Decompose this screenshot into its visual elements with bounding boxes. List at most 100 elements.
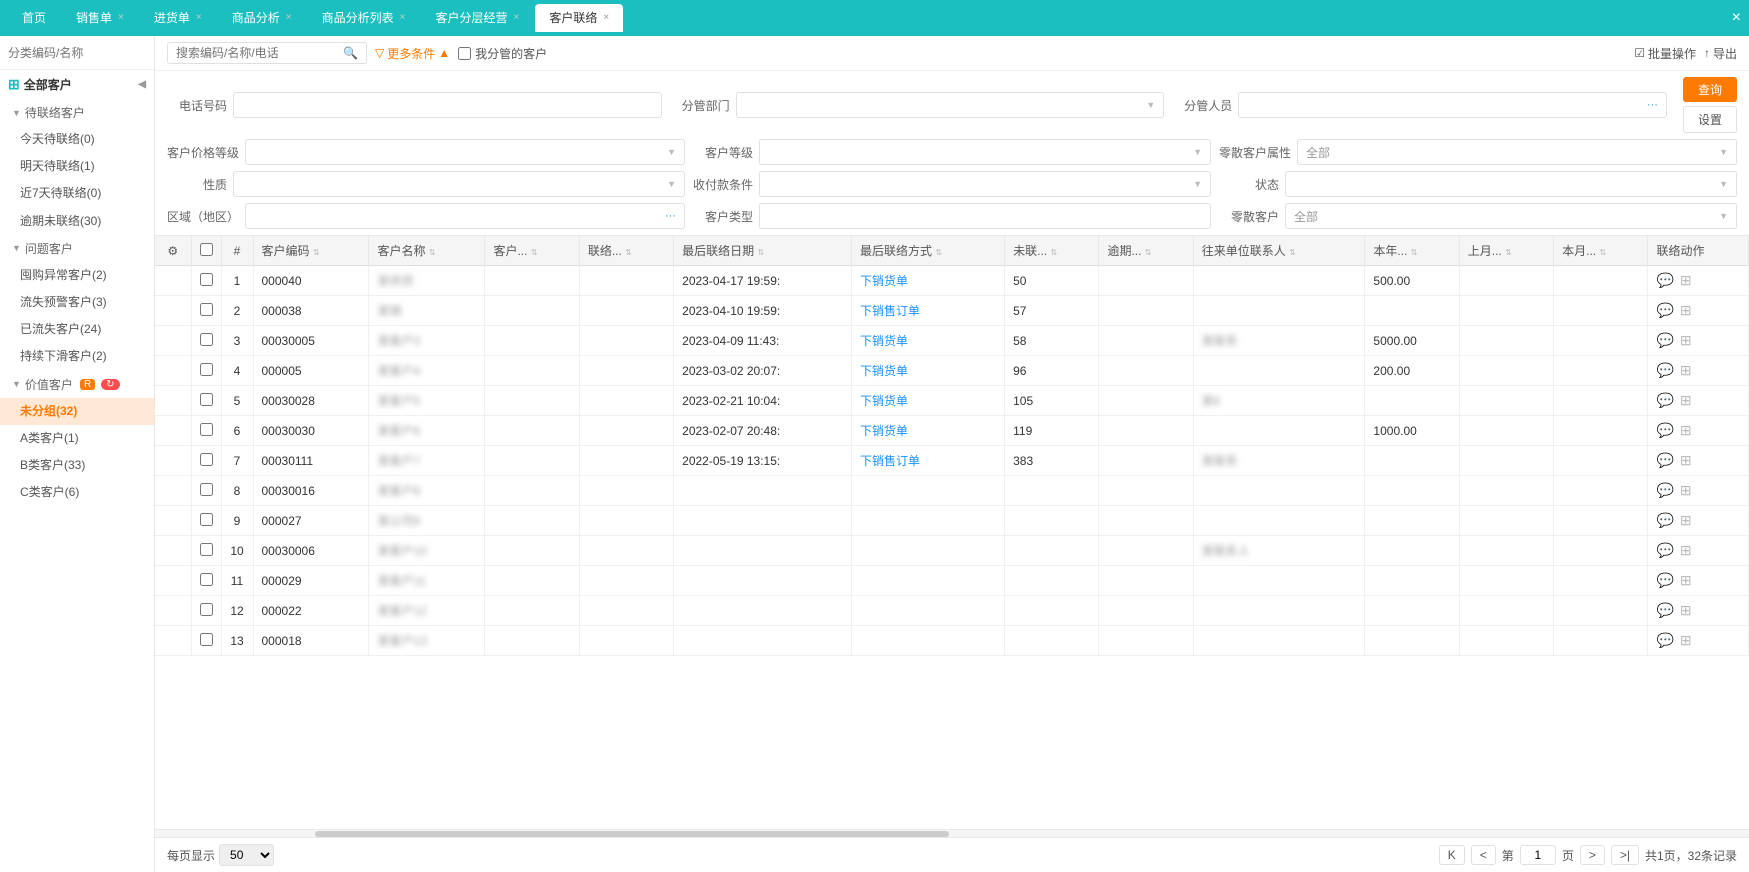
tab-customer-contact[interactable]: 客户联络 ×: [535, 4, 623, 32]
th-name[interactable]: 客户名称 ⇅: [369, 236, 485, 266]
cell-checkbox[interactable]: [191, 326, 221, 356]
cell-checkbox[interactable]: [191, 626, 221, 656]
horizontal-scrollbar[interactable]: [155, 829, 1749, 837]
tab-home[interactable]: 首页: [8, 4, 60, 32]
tab-product-analysis[interactable]: 商品分析 ×: [218, 4, 306, 32]
customer-level-input[interactable]: ▼: [759, 139, 1211, 165]
chat-icon[interactable]: 💬: [1656, 272, 1673, 289]
grid-action-icon[interactable]: ⊞: [1680, 302, 1692, 319]
sidebar-item-class-b[interactable]: B类客户(33): [0, 452, 154, 479]
chat-icon[interactable]: 💬: [1656, 542, 1673, 559]
last-method-link[interactable]: 下销货单: [860, 334, 908, 348]
th-last-month[interactable]: 上月... ⇅: [1459, 236, 1553, 266]
chat-icon[interactable]: 💬: [1656, 422, 1673, 439]
grid-action-icon[interactable]: ⊞: [1680, 362, 1692, 379]
cell-checkbox[interactable]: [191, 416, 221, 446]
grid-action-icon[interactable]: ⊞: [1680, 332, 1692, 349]
th-last-date[interactable]: 最后联络日期 ⇅: [674, 236, 852, 266]
sidebar-item-churn-warning[interactable]: 流失预警客户(3): [0, 289, 154, 316]
phone-input[interactable]: [233, 92, 662, 118]
chat-icon[interactable]: 💬: [1656, 332, 1673, 349]
chat-icon[interactable]: 💬: [1656, 572, 1673, 589]
export-btn[interactable]: ↑ 导出: [1704, 45, 1737, 62]
batch-operation-btn[interactable]: ☑ 批量操作: [1634, 45, 1696, 62]
sidebar-item-7days[interactable]: 近7天待联络(0): [0, 180, 154, 207]
region-input[interactable]: ···: [245, 203, 685, 229]
pending-contact-section[interactable]: ▼ 待联络客户: [0, 99, 154, 126]
grid-action-icon[interactable]: ⊞: [1680, 632, 1692, 649]
sidebar-item-overdue[interactable]: 逾期未联络(30): [0, 208, 154, 235]
chat-icon[interactable]: 💬: [1656, 482, 1673, 499]
cell-checkbox[interactable]: [191, 266, 221, 296]
grid-action-icon[interactable]: ⊞: [1680, 602, 1692, 619]
next-page-btn[interactable]: >: [1580, 845, 1605, 865]
cell-checkbox[interactable]: [191, 596, 221, 626]
tab-product-list[interactable]: 商品分析列表 ×: [308, 4, 420, 32]
per-page-select[interactable]: 50 20 100: [219, 844, 274, 866]
chat-icon[interactable]: 💬: [1656, 602, 1673, 619]
th-this-month[interactable]: 本月... ⇅: [1554, 236, 1648, 266]
grid-action-icon[interactable]: ⊞: [1680, 572, 1692, 589]
cell-checkbox[interactable]: [191, 566, 221, 596]
cell-checkbox[interactable]: [191, 536, 221, 566]
first-page-btn[interactable]: K: [1439, 845, 1465, 865]
close-sales-icon[interactable]: ×: [118, 4, 124, 32]
more-conditions-btn[interactable]: ▽ 更多条件 ▲: [375, 45, 450, 62]
chat-icon[interactable]: 💬: [1656, 452, 1673, 469]
my-customers-check[interactable]: [458, 47, 471, 60]
close-window-icon[interactable]: ×: [1732, 9, 1741, 27]
last-method-link[interactable]: 下销货单: [860, 394, 908, 408]
th-code[interactable]: 客户编码 ⇅: [253, 236, 369, 266]
grid-action-icon[interactable]: ⊞: [1680, 452, 1692, 469]
cell-checkbox[interactable]: [191, 296, 221, 326]
last-method-link[interactable]: 下销货单: [860, 274, 908, 288]
reset-button[interactable]: 设置: [1683, 106, 1737, 133]
close-product-analysis-icon[interactable]: ×: [286, 4, 292, 32]
chat-icon[interactable]: 💬: [1656, 302, 1673, 319]
nature-input[interactable]: ▼: [233, 171, 685, 197]
sidebar-item-today[interactable]: 今天待联络(0): [0, 126, 154, 153]
chat-icon[interactable]: 💬: [1656, 392, 1673, 409]
sidebar-search-input[interactable]: [8, 46, 155, 60]
query-button[interactable]: 查询: [1683, 77, 1737, 102]
th-no-contact[interactable]: 未联... ⇅: [1005, 236, 1099, 266]
chat-icon[interactable]: 💬: [1656, 362, 1673, 379]
grid-action-icon[interactable]: ⊞: [1680, 392, 1692, 409]
tab-customer-segment[interactable]: 客户分层经营 ×: [421, 4, 533, 32]
close-purchase-icon[interactable]: ×: [196, 4, 202, 32]
price-level-input[interactable]: ▼: [245, 139, 685, 165]
last-method-link[interactable]: 下销售订单: [860, 454, 920, 468]
th-this-year[interactable]: 本年... ⇅: [1365, 236, 1459, 266]
chat-icon[interactable]: 💬: [1656, 512, 1673, 529]
grid-action-icon[interactable]: ⊞: [1680, 542, 1692, 559]
th-last-method[interactable]: 最后联络方式 ⇅: [852, 236, 1005, 266]
chat-icon[interactable]: 💬: [1656, 632, 1673, 649]
th-unit-contact[interactable]: 往来单位联系人 ⇅: [1193, 236, 1365, 266]
problem-customers-section[interactable]: ▼ 问题客户: [0, 235, 154, 262]
last-method-link[interactable]: 下销货单: [860, 364, 908, 378]
th-overdue[interactable]: 逾期... ⇅: [1099, 236, 1193, 266]
sidebar-item-lost[interactable]: 已流失客户(24): [0, 316, 154, 343]
cell-checkbox[interactable]: [191, 476, 221, 506]
page-number-input[interactable]: [1520, 845, 1556, 865]
my-customers-checkbox[interactable]: 我分管的客户: [458, 45, 547, 62]
payment-input[interactable]: ▼: [759, 171, 1211, 197]
value-customers-section[interactable]: ▼ 价值客户 R ↻: [0, 371, 154, 398]
sidebar-item-class-c[interactable]: C类客户(6): [0, 479, 154, 506]
th-contact[interactable]: 联络... ⇅: [579, 236, 673, 266]
sidebar-item-hoard[interactable]: 囤购异常客户(2): [0, 262, 154, 289]
cell-checkbox[interactable]: [191, 386, 221, 416]
dept-input[interactable]: ▼: [736, 92, 1165, 118]
tab-purchase[interactable]: 进货单 ×: [140, 4, 216, 32]
grid-action-icon[interactable]: ⊞: [1680, 482, 1692, 499]
th-checkbox[interactable]: [191, 236, 221, 266]
cell-checkbox[interactable]: [191, 506, 221, 536]
person-input[interactable]: ···: [1238, 92, 1667, 118]
last-page-btn[interactable]: >|: [1611, 845, 1639, 865]
last-method-link[interactable]: 下销货单: [860, 424, 908, 438]
sidebar-item-tomorrow[interactable]: 明天待联络(1): [0, 153, 154, 180]
sidebar-item-declining[interactable]: 持续下滑客户(2): [0, 343, 154, 370]
cell-checkbox[interactable]: [191, 356, 221, 386]
retail-attr-input[interactable]: 全部▼: [1297, 139, 1737, 165]
close-product-list-icon[interactable]: ×: [400, 4, 406, 32]
